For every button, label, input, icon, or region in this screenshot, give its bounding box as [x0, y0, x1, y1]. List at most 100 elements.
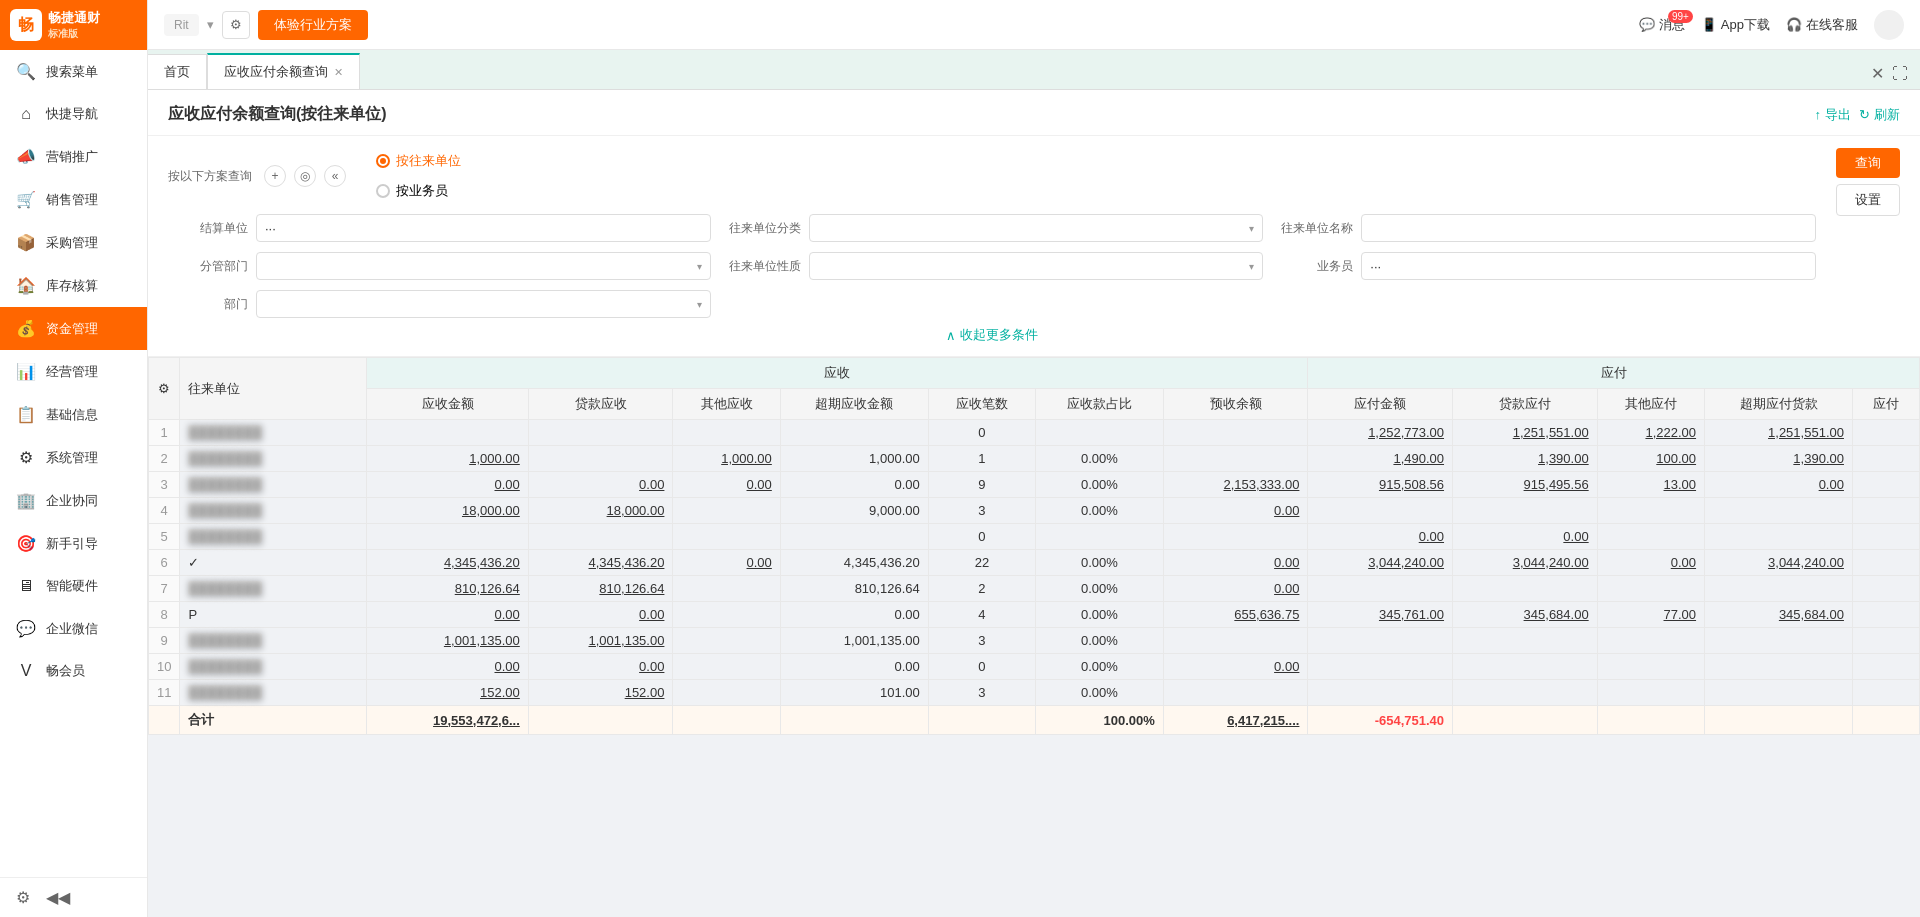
partner-name-input[interactable]: [1361, 214, 1816, 242]
table-cell[interactable]: 345,761.00: [1308, 602, 1453, 628]
table-cell[interactable]: 152.00: [528, 680, 673, 706]
query-button[interactable]: 查询: [1836, 148, 1900, 178]
table-cell[interactable]: 77.00: [1597, 602, 1704, 628]
summary-recv-amt[interactable]: 19,553,472,6...: [367, 706, 529, 735]
table-cell[interactable]: 0.00: [528, 472, 673, 498]
table-cell[interactable]: 345,684.00: [1453, 602, 1598, 628]
sidebar-item-marketing[interactable]: 📣 营销推广: [0, 135, 147, 178]
table-cell[interactable]: 3,044,240.00: [1308, 550, 1453, 576]
table-cell[interactable]: 0.00: [673, 472, 780, 498]
table-cell[interactable]: 100.00: [1597, 446, 1704, 472]
scheme-by-partner[interactable]: 按往来单位: [366, 148, 471, 174]
tab-query[interactable]: 应收应付余额查询 ✕: [207, 53, 360, 89]
table-cell[interactable]: 1,490.00: [1308, 446, 1453, 472]
col-overdue-pay: 超期应付货款: [1705, 389, 1853, 420]
table-cell[interactable]: 915,508.56: [1308, 472, 1453, 498]
sidebar-item-search[interactable]: 🔍 搜索菜单: [0, 50, 147, 93]
table-cell[interactable]: 0.00: [367, 602, 529, 628]
refresh-button[interactable]: ↻ 刷新: [1859, 106, 1900, 124]
edit-scheme-icon[interactable]: ◎: [294, 165, 316, 187]
sidebar-item-collab[interactable]: 🏢 企业协同: [0, 479, 147, 522]
table-cell[interactable]: 0.00: [1163, 498, 1308, 524]
add-scheme-icon[interactable]: +: [264, 165, 286, 187]
salesperson-input[interactable]: ···: [1361, 252, 1816, 280]
export-button[interactable]: ↑ 导出: [1815, 106, 1852, 124]
window-maximize-icon[interactable]: ⛶: [1892, 65, 1908, 83]
table-cell[interactable]: 3,044,240.00: [1453, 550, 1598, 576]
collapse-more-conditions[interactable]: ∧ 收起更多条件: [168, 326, 1816, 344]
table-cell[interactable]: 0.00: [1308, 524, 1453, 550]
table-cell[interactable]: 0.00: [1453, 524, 1598, 550]
table-cell[interactable]: 18,000.00: [528, 498, 673, 524]
sidebar-item-quicknav[interactable]: ⌂ 快捷导航: [0, 93, 147, 135]
table-cell[interactable]: 810,126.64: [528, 576, 673, 602]
dept-manage-input[interactable]: ▾: [256, 252, 711, 280]
table-cell[interactable]: 1,251,551.00: [1453, 420, 1598, 446]
table-cell[interactable]: 0.00: [367, 654, 529, 680]
collapse-footer-icon[interactable]: ◀◀: [46, 888, 70, 907]
table-cell[interactable]: 1,252,773.00: [1308, 420, 1453, 446]
table-cell[interactable]: 0.00: [673, 550, 780, 576]
sidebar-item-sales[interactable]: 🛒 销售管理: [0, 178, 147, 221]
promo-button[interactable]: 体验行业方案: [258, 10, 368, 40]
table-cell[interactable]: 0.00: [528, 654, 673, 680]
sidebar-item-guide[interactable]: 🎯 新手引导: [0, 522, 147, 565]
table-cell[interactable]: 1,001,135.00: [528, 628, 673, 654]
sidebar-item-purchase[interactable]: 📦 采购管理: [0, 221, 147, 264]
table-cell[interactable]: 1,000.00: [673, 446, 780, 472]
user-avatar[interactable]: [1874, 10, 1904, 40]
table-cell[interactable]: 0.00: [528, 602, 673, 628]
sidebar-item-hardware[interactable]: 🖥 智能硬件: [0, 565, 147, 607]
table-cell[interactable]: 0.00: [1597, 550, 1704, 576]
sidebar-item-wechat[interactable]: 💬 企业微信: [0, 607, 147, 650]
table-cell: [1705, 524, 1853, 550]
table-cell: [1597, 524, 1704, 550]
online-service-button[interactable]: 🎧 在线客服: [1786, 16, 1858, 34]
table-cell[interactable]: 13.00: [1597, 472, 1704, 498]
table-cell[interactable]: 810,126.64: [367, 576, 529, 602]
table-cell[interactable]: 1,251,551.00: [1705, 420, 1853, 446]
table-cell[interactable]: 1,222.00: [1597, 420, 1704, 446]
table-cell[interactable]: 2,153,333.00: [1163, 472, 1308, 498]
table-cell[interactable]: 18,000.00: [367, 498, 529, 524]
table-cell[interactable]: 0.00: [1705, 472, 1853, 498]
table-cell[interactable]: 0.00: [1163, 576, 1308, 602]
col-gear[interactable]: ⚙: [149, 358, 180, 420]
table-cell[interactable]: 4,345,436.20: [367, 550, 529, 576]
settings-footer-icon[interactable]: ⚙: [16, 888, 30, 907]
delete-scheme-icon[interactable]: «: [324, 165, 346, 187]
table-cell[interactable]: 0.00: [1163, 654, 1308, 680]
messages-button[interactable]: 💬 消息 99+: [1639, 16, 1685, 34]
tab-close-icon[interactable]: ✕: [334, 66, 343, 79]
table-cell[interactable]: 1,390.00: [1453, 446, 1598, 472]
summary-prepay-bal[interactable]: 6,417,215....: [1163, 706, 1308, 735]
tab-home[interactable]: 首页: [148, 54, 207, 89]
table-cell[interactable]: 1,000.00: [367, 446, 529, 472]
table-cell[interactable]: 1,390.00: [1705, 446, 1853, 472]
sidebar-item-vip[interactable]: V 畅会员: [0, 650, 147, 692]
table-cell[interactable]: 345,684.00: [1705, 602, 1853, 628]
settlement-unit-input[interactable]: ···: [256, 214, 711, 242]
window-close-icon[interactable]: ✕: [1871, 64, 1884, 83]
sidebar-item-system[interactable]: ⚙ 系统管理: [0, 436, 147, 479]
table-cell[interactable]: 4,345,436.20: [528, 550, 673, 576]
table-cell[interactable]: 915,495.56: [1453, 472, 1598, 498]
table-cell[interactable]: 0.00: [1163, 550, 1308, 576]
app-download-button[interactable]: 📱 App下载: [1701, 16, 1770, 34]
settings-button[interactable]: ⚙: [222, 11, 250, 39]
partner-category-input[interactable]: ▾: [809, 214, 1264, 242]
table-cell[interactable]: 655,636.75: [1163, 602, 1308, 628]
sidebar-item-base[interactable]: 📋 基础信息: [0, 393, 147, 436]
sidebar-item-funds[interactable]: 💰 资金管理: [0, 307, 147, 350]
table-cell[interactable]: 3,044,240.00: [1705, 550, 1853, 576]
partner-nature-input[interactable]: ▾: [809, 252, 1264, 280]
sidebar-item-operations[interactable]: 📊 经营管理: [0, 350, 147, 393]
sidebar-item-inventory[interactable]: 🏠 库存核算: [0, 264, 147, 307]
dept-input[interactable]: ▾: [256, 290, 711, 318]
field-settlement-unit: 结算单位 ···: [168, 214, 711, 242]
set-button[interactable]: 设置: [1836, 184, 1900, 216]
table-cell[interactable]: 1,001,135.00: [367, 628, 529, 654]
table-cell[interactable]: 0.00: [367, 472, 529, 498]
table-cell[interactable]: 152.00: [367, 680, 529, 706]
scheme-by-salesperson[interactable]: 按业务员: [366, 178, 471, 204]
